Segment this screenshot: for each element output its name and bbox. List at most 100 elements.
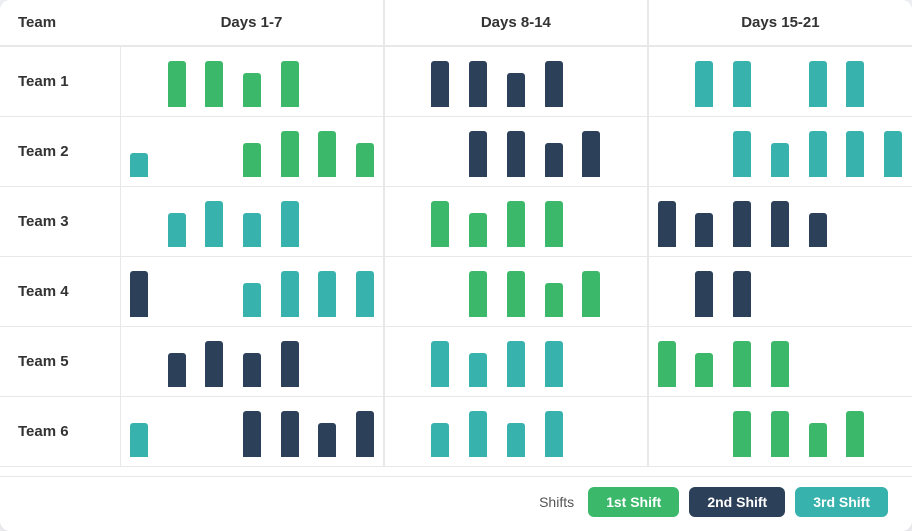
slot-t2-d4 (233, 117, 271, 187)
slot-t6-d14 (610, 397, 648, 467)
slot-t6-d10 (459, 397, 497, 467)
slot-t1-d2 (158, 46, 196, 117)
slot-t6-d1 (120, 397, 158, 467)
slot-t3-d9 (422, 187, 460, 257)
table-row: Team 4 (0, 257, 912, 327)
slot-t5-d21 (874, 327, 912, 397)
slot-t4-d3 (195, 257, 233, 327)
shift3-button[interactable]: 3rd Shift (795, 487, 888, 517)
slot-t1-d20 (836, 46, 874, 117)
slot-t4-d21 (874, 257, 912, 327)
slot-t5-d2 (158, 327, 196, 397)
slot-t3-d19 (799, 187, 837, 257)
slot-t6-d19 (799, 397, 837, 467)
days-15-21-header: Days 15-21 (648, 0, 912, 46)
slot-t4-d15 (648, 257, 686, 327)
slot-t1-d13 (572, 46, 610, 117)
slot-t4-d10 (459, 257, 497, 327)
slot-t2-d9 (422, 117, 460, 187)
slot-t3-d14 (610, 187, 648, 257)
slot-t2-d13 (572, 117, 610, 187)
slot-t5-d10 (459, 327, 497, 397)
slot-t5-d8 (384, 327, 422, 397)
slot-t2-d10 (459, 117, 497, 187)
slot-t1-d3 (195, 46, 233, 117)
slot-t4-d12 (535, 257, 573, 327)
slot-t3-d2 (158, 187, 196, 257)
team-label: Team 4 (0, 257, 120, 327)
slot-t3-d3 (195, 187, 233, 257)
slot-t4-d20 (836, 257, 874, 327)
schedule-table: Team Days 1-7 Days 8-14 Days 15-21 Team … (0, 0, 912, 467)
slot-t5-d20 (836, 327, 874, 397)
slot-t5-d17 (723, 327, 761, 397)
slot-t2-d17 (723, 117, 761, 187)
team-label: Team 2 (0, 117, 120, 187)
slot-t1-d12 (535, 46, 573, 117)
schedule-card: Team Days 1-7 Days 8-14 Days 15-21 Team … (0, 0, 912, 531)
slot-t1-d14 (610, 46, 648, 117)
table-wrap: Team Days 1-7 Days 8-14 Days 15-21 Team … (0, 0, 912, 476)
team-label: Team 3 (0, 187, 120, 257)
team-label: Team 6 (0, 397, 120, 467)
slot-t2-d3 (195, 117, 233, 187)
slot-t3-d10 (459, 187, 497, 257)
slot-t3-d4 (233, 187, 271, 257)
slot-t2-d15 (648, 117, 686, 187)
slot-t4-d16 (686, 257, 724, 327)
table-row: Team 1 (0, 46, 912, 117)
slot-t3-d17 (723, 187, 761, 257)
slot-t6-d17 (723, 397, 761, 467)
slot-t6-d21 (874, 397, 912, 467)
shift2-button[interactable]: 2nd Shift (689, 487, 785, 517)
slot-t4-d6 (309, 257, 347, 327)
slot-t6-d11 (497, 397, 535, 467)
slot-t1-d11 (497, 46, 535, 117)
slot-t5-d7 (346, 327, 384, 397)
slot-t5-d14 (610, 327, 648, 397)
slot-t5-d12 (535, 327, 573, 397)
slot-t2-d2 (158, 117, 196, 187)
slot-t5-d15 (648, 327, 686, 397)
slot-t2-d12 (535, 117, 573, 187)
slot-t4-d17 (723, 257, 761, 327)
slot-t5-d13 (572, 327, 610, 397)
slot-t6-d2 (158, 397, 196, 467)
days-1-7-header: Days 1-7 (120, 0, 384, 46)
slot-t5-d5 (271, 327, 309, 397)
slot-t5-d4 (233, 327, 271, 397)
slot-t3-d20 (836, 187, 874, 257)
slot-t3-d5 (271, 187, 309, 257)
slot-t3-d18 (761, 187, 799, 257)
slot-t5-d1 (120, 327, 158, 397)
slot-t6-d18 (761, 397, 799, 467)
slot-t6-d16 (686, 397, 724, 467)
table-row: Team 5 (0, 327, 912, 397)
slot-t5-d19 (799, 327, 837, 397)
slot-t2-d16 (686, 117, 724, 187)
slot-t3-d8 (384, 187, 422, 257)
slot-t3-d21 (874, 187, 912, 257)
shift1-button[interactable]: 1st Shift (588, 487, 679, 517)
slot-t1-d16 (686, 46, 724, 117)
slot-t5-d18 (761, 327, 799, 397)
team-label: Team 5 (0, 327, 120, 397)
days-8-14-header: Days 8-14 (384, 0, 648, 46)
slot-t3-d12 (535, 187, 573, 257)
slot-t5-d6 (309, 327, 347, 397)
slot-t4-d13 (572, 257, 610, 327)
slot-t2-d11 (497, 117, 535, 187)
slot-t5-d3 (195, 327, 233, 397)
slot-t5-d9 (422, 327, 460, 397)
slot-t4-d11 (497, 257, 535, 327)
slot-t3-d15 (648, 187, 686, 257)
shifts-label: Shifts (539, 494, 574, 510)
slot-t1-d18 (761, 46, 799, 117)
slot-t5-d11 (497, 327, 535, 397)
slot-t1-d4 (233, 46, 271, 117)
slot-t1-d8 (384, 46, 422, 117)
slot-t6-d13 (572, 397, 610, 467)
slot-t1-d5 (271, 46, 309, 117)
slot-t3-d6 (309, 187, 347, 257)
slot-t3-d16 (686, 187, 724, 257)
